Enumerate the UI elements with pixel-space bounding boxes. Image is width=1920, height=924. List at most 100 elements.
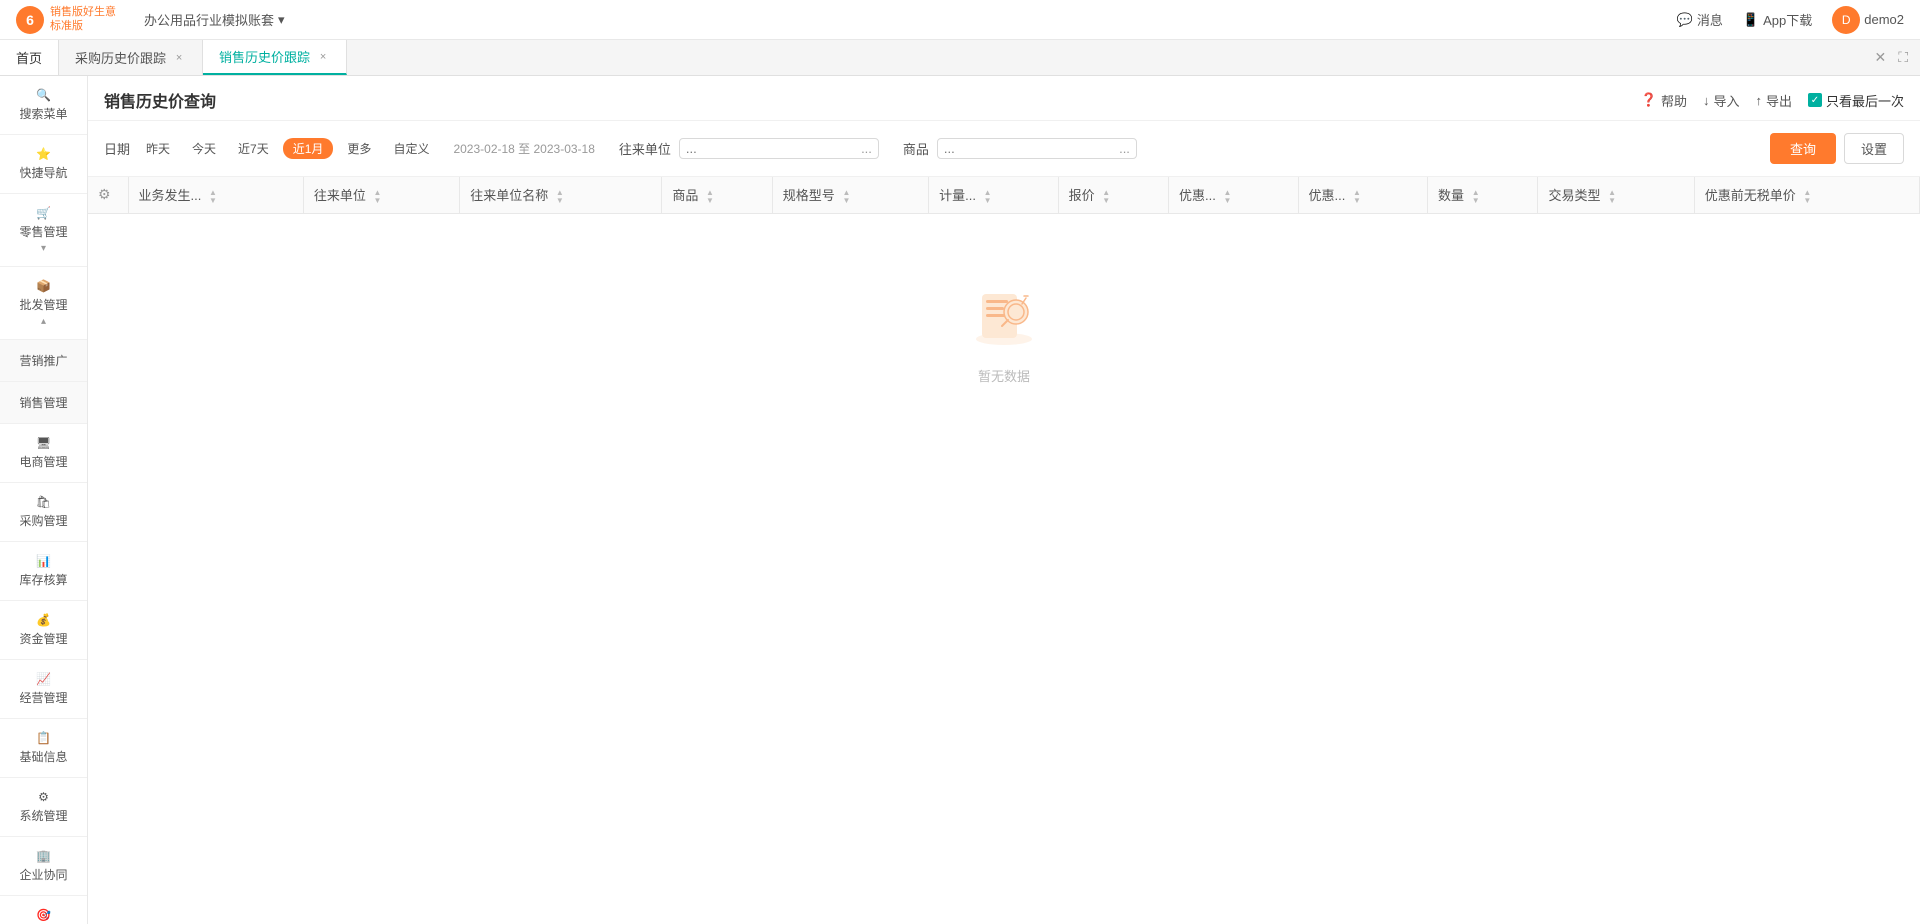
tab-purchase-history[interactable]: 采购历史价跟踪 × <box>59 40 203 75</box>
sort-icon-discount1: ▲▼ <box>1223 189 1231 205</box>
sidebar-item-basic-info[interactable]: 📋 基础信息 <box>0 719 87 778</box>
shopping-icon: 🛍 <box>36 495 51 509</box>
col-qty[interactable]: 数量 ▲▼ <box>1428 177 1538 213</box>
sort-icon-trade-type: ▲▼ <box>1608 189 1616 205</box>
help-icon: ❓ <box>1641 92 1657 108</box>
sidebar-item-inventory[interactable]: 📊 库存核算 <box>0 542 87 601</box>
tab-purchase-close[interactable]: × <box>172 51 186 65</box>
sort-icon-counter-party: ▲▼ <box>374 189 382 205</box>
counterparty-filter-group: 往来单位 ... <box>619 138 879 159</box>
sidebar-label-purchase: 采购管理 <box>19 512 67 529</box>
tab-home-label: 首页 <box>16 48 42 67</box>
date-option-yesterday[interactable]: 昨天 <box>138 138 178 159</box>
filter-actions: 查询 设置 <box>1770 133 1904 164</box>
table-wrapper: ⚙ 业务发生... ▲▼ 往来单位 ▲▼ 往来单位名称 <box>88 177 1920 924</box>
chart-icon: 📊 <box>36 554 51 568</box>
date-options: 昨天 今天 近7天 近1月 更多 自定义 <box>138 138 437 159</box>
col-pretax-price[interactable]: 优惠前无税单价 ▲▼ <box>1694 177 1919 213</box>
info-icon: 📋 <box>36 731 51 745</box>
tab-purchase-label: 采购历史价跟踪 <box>75 48 166 67</box>
sidebar-label-ecommerce: 电商管理 <box>19 453 67 470</box>
sort-icon-biz-date: ▲▼ <box>209 189 217 205</box>
search-icon: 🔍 <box>36 88 51 102</box>
sidebar-item-ecommerce[interactable]: 🖥 电商管理 <box>0 424 87 483</box>
goods-input-wrapper[interactable]: ... <box>937 138 1137 159</box>
date-filter-group: 日期 昨天 今天 近7天 近1月 更多 自定义 2023-02-18 至 202… <box>104 138 595 159</box>
logo-text: 销售版好生意 标准版 <box>50 6 116 32</box>
monitor-icon: 🖥 <box>36 436 51 450</box>
header-left: 6 销售版好生意 标准版 办公用品行业模拟账套 ▾ <box>16 6 285 34</box>
col-quoted-price[interactable]: 报价 ▲▼ <box>1058 177 1168 213</box>
chevron-down-icon: ▾ <box>278 12 285 28</box>
sidebar-item-finance[interactable]: 💰 资金管理 <box>0 601 87 660</box>
sidebar-item-search[interactable]: 🔍 搜索菜单 <box>0 76 87 135</box>
tab-sales-history[interactable]: 销售历史价跟踪 × <box>203 40 347 75</box>
data-table: ⚙ 业务发生... ▲▼ 往来单位 ▲▼ 往来单位名称 <box>88 177 1920 214</box>
sidebar-label-retail: 零售管理 <box>19 223 67 240</box>
sidebar-item-enterprise[interactable]: 🏢 企业协同 <box>0 837 87 896</box>
export-btn[interactable]: ↑ 导出 <box>1755 91 1792 110</box>
col-counter-party-name[interactable]: 往来单位名称 ▲▼ <box>460 177 662 213</box>
sidebar-item-guide[interactable]: 🎯 新手引导 <box>0 896 87 924</box>
user-menu[interactable]: D demo2 <box>1832 6 1904 34</box>
sidebar-item-wholesale[interactable]: 📦 批发管理 ▴ <box>0 267 87 340</box>
settings-button[interactable]: 设置 <box>1844 133 1904 164</box>
close-all-tabs-btn[interactable]: ✕ <box>1874 49 1886 66</box>
sort-icon-quoted-price: ▲▼ <box>1102 189 1110 205</box>
chevron-down-icon: ▾ <box>41 243 46 254</box>
top-header: 6 销售版好生意 标准版 办公用品行业模拟账套 ▾ 💬 消息 📱 App下载 D… <box>0 0 1920 40</box>
goods-input[interactable] <box>944 141 1115 156</box>
sidebar-item-marketing[interactable]: 营销推广 <box>0 340 87 382</box>
date-option-last1m[interactable]: 近1月 <box>283 138 334 159</box>
col-spec[interactable]: 规格型号 ▲▼ <box>772 177 928 213</box>
tab-sales-close[interactable]: × <box>316 50 330 64</box>
sidebar-item-quicknav[interactable]: ⭐ 快捷导航 <box>0 135 87 194</box>
box-icon: 📦 <box>36 279 51 293</box>
sidebar-label-search: 搜索菜单 <box>19 105 67 122</box>
col-goods[interactable]: 商品 ▲▼ <box>662 177 772 213</box>
col-discount2[interactable]: 优惠... ▲▼ <box>1298 177 1428 213</box>
chevron-up-icon: ▴ <box>41 316 46 327</box>
sidebar-item-retail[interactable]: 🛒 零售管理 ▾ <box>0 194 87 267</box>
table-settings-icon[interactable]: ⚙ <box>98 186 111 202</box>
counterparty-input-wrapper[interactable]: ... <box>679 138 879 159</box>
checkbox-icon: ✓ <box>1808 93 1822 107</box>
date-option-more[interactable]: 更多 <box>339 138 379 159</box>
counterparty-input[interactable] <box>686 141 857 156</box>
building-icon: 🏢 <box>36 849 51 863</box>
date-option-today[interactable]: 今天 <box>184 138 224 159</box>
col-biz-date[interactable]: 业务发生... ▲▼ <box>128 177 303 213</box>
sidebar-item-system[interactable]: ⚙ 系统管理 <box>0 778 87 837</box>
help-btn[interactable]: ❓ 帮助 <box>1641 91 1687 110</box>
sidebar-label-system: 系统管理 <box>19 807 67 824</box>
query-button[interactable]: 查询 <box>1770 133 1836 164</box>
star-icon: ⭐ <box>36 147 51 161</box>
date-option-custom[interactable]: 自定义 <box>385 138 437 159</box>
sort-icon-spec: ▲▼ <box>842 189 850 205</box>
import-btn[interactable]: ↓ 导入 <box>1703 91 1740 110</box>
message-btn[interactable]: 💬 消息 <box>1677 10 1723 29</box>
money-icon: 💰 <box>36 613 51 627</box>
col-discount1[interactable]: 优惠... ▲▼ <box>1169 177 1299 213</box>
sidebar-item-sales-mgmt[interactable]: 销售管理 <box>0 382 87 424</box>
app-download-btn[interactable]: 📱 App下载 <box>1743 10 1812 29</box>
col-trade-type[interactable]: 交易类型 ▲▼ <box>1538 177 1694 213</box>
counterparty-label: 往来单位 <box>619 139 671 158</box>
gear-icon: ⚙ <box>38 790 49 804</box>
sort-icon-goods: ▲▼ <box>706 189 714 205</box>
tab-home[interactable]: 首页 <box>0 40 59 75</box>
sidebar-item-purchase[interactable]: 🛍 采购管理 <box>0 483 87 542</box>
goods-label: 商品 <box>903 139 929 158</box>
trend-icon: 📈 <box>36 672 51 686</box>
sidebar-item-operations[interactable]: 📈 经营管理 <box>0 660 87 719</box>
table-header-row: ⚙ 业务发生... ▲▼ 往来单位 ▲▼ 往来单位名称 <box>88 177 1920 213</box>
page-header: 销售历史价查询 ❓ 帮助 ↓ 导入 ↑ 导出 ✓ <box>88 76 1920 121</box>
tab-bar-actions: ✕ ⛶ <box>1862 40 1920 75</box>
page-header-actions: ❓ 帮助 ↓ 导入 ↑ 导出 ✓ 只看最后一次 <box>1641 91 1904 110</box>
col-counter-party[interactable]: 往来单位 ▲▼ <box>303 177 459 213</box>
fullscreen-btn[interactable]: ⛶ <box>1898 49 1908 66</box>
only-last-checkbox[interactable]: ✓ 只看最后一次 <box>1808 91 1904 110</box>
date-option-last7[interactable]: 近7天 <box>230 138 277 159</box>
account-dropdown[interactable]: 办公用品行业模拟账套 ▾ <box>144 10 285 29</box>
col-unit[interactable]: 计量... ▲▼ <box>929 177 1059 213</box>
